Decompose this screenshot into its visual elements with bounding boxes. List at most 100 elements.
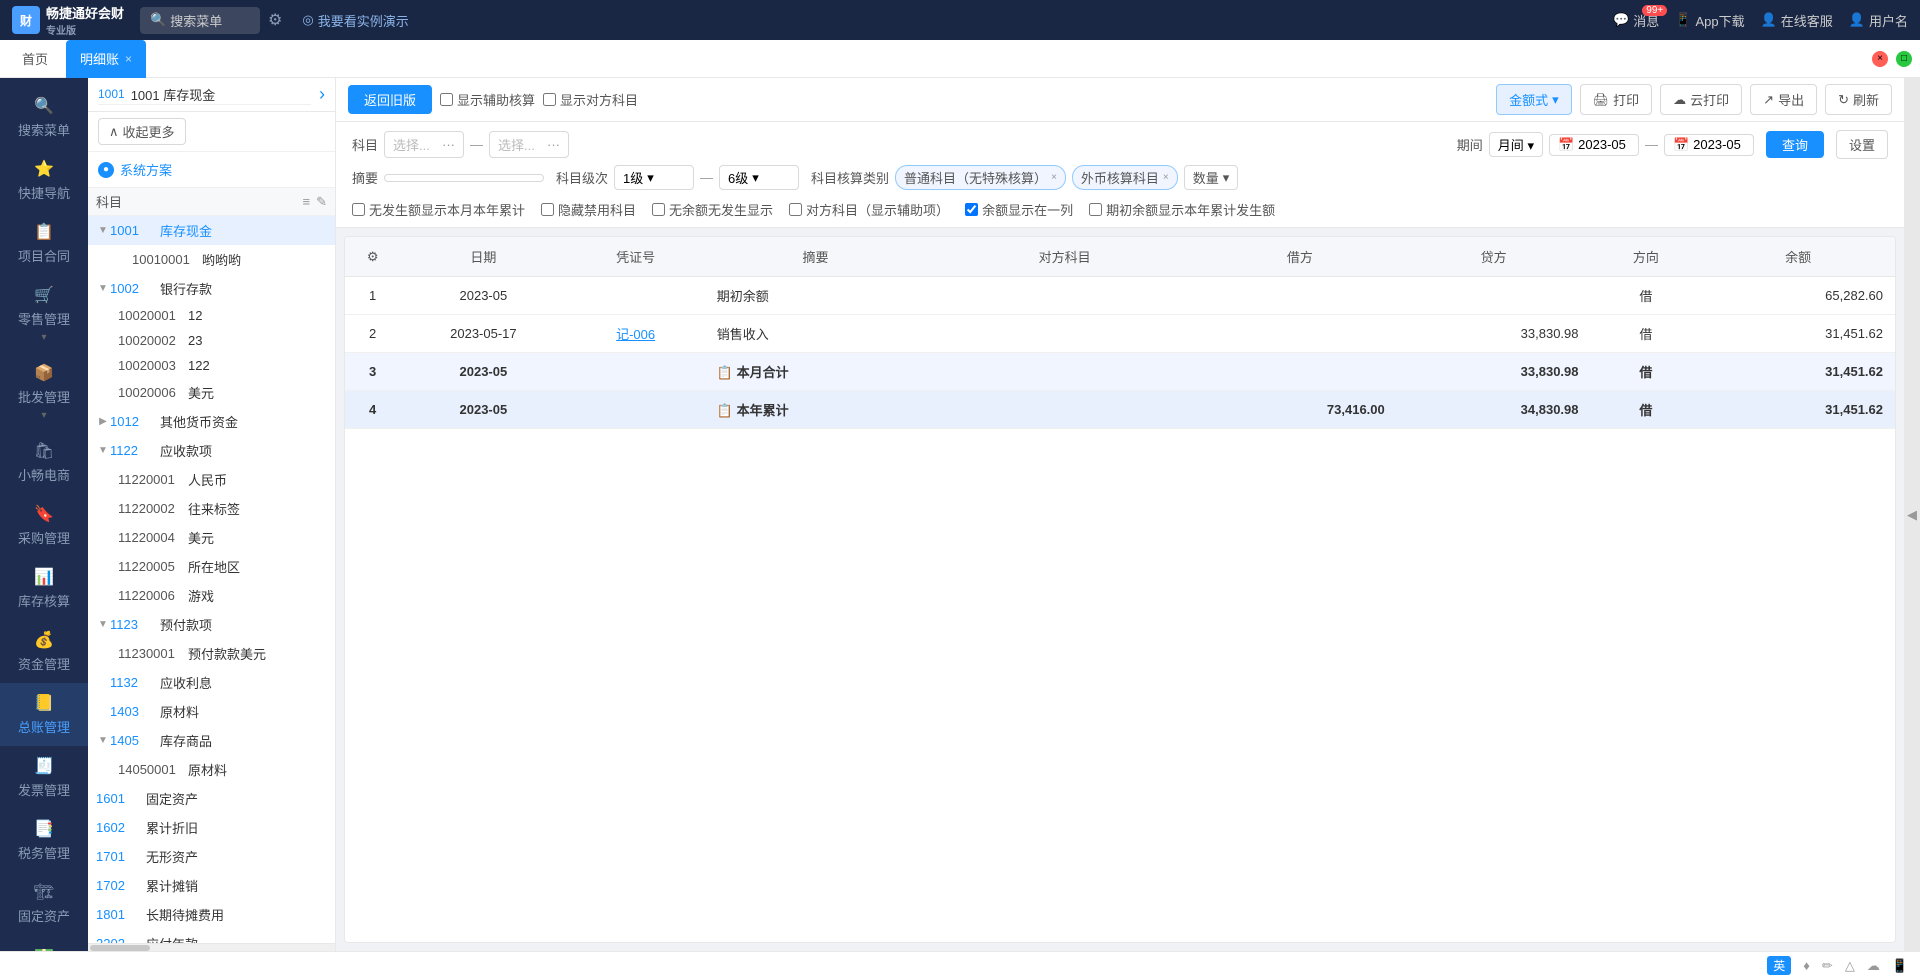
tree-item-10020001[interactable]: 10020001 12 (88, 303, 335, 328)
tree-item-10020003[interactable]: 10020003 122 (88, 353, 335, 378)
tree-item-11220005[interactable]: 11220005 所在地区 (88, 552, 335, 581)
status-item-5[interactable]: 📱 (1892, 958, 1908, 974)
tree-scrollbar-h[interactable] (88, 943, 335, 951)
tree-item-10010001[interactable]: 10010001 哟哟哟 (88, 245, 335, 274)
tree-item-11220004[interactable]: 11220004 美元 (88, 523, 335, 552)
scrollbar-thumb[interactable] (90, 945, 150, 951)
status-item-1[interactable]: ♦ (1803, 958, 1810, 973)
sidebar-item-wholesale[interactable]: 📦 批发管理 ▾ (0, 353, 88, 431)
filter-account-from[interactable]: 选择... ··· (384, 131, 464, 158)
user-menu[interactable]: 👤 用户名 (1849, 11, 1908, 30)
show-aux-checkbox[interactable]: 显示辅助核算 (440, 90, 535, 109)
checkbox-no-occurrence[interactable]: 无发生额显示本月本年累计 (352, 200, 525, 219)
amount-dropdown-btn[interactable]: 金额式 ▾ (1496, 84, 1572, 115)
filter-level-from[interactable]: 1级 ▾ (614, 165, 694, 190)
account-tree-scroll[interactable]: ▼ 1001 库存现金 10010001 哟哟哟 ▼ 1002 银行存款 100… (88, 216, 335, 943)
scheme-btn[interactable]: 系统方案 (120, 160, 172, 179)
tree-item-11220001[interactable]: 11220001 人民币 (88, 465, 335, 494)
tree-item-10020002[interactable]: 10020002 23 (88, 328, 335, 353)
tree-item-11230001[interactable]: 11230001 预付款款美元 (88, 639, 335, 668)
checkbox-no-balance[interactable]: 无余额无发生显示 (652, 200, 773, 219)
filter-checkbox-row: 无发生额显示本月本年累计 隐藏禁用科目 无余额无发生显示 对方科目（显示辅助项）… (352, 196, 1888, 223)
setting-btn[interactable]: 设置 (1836, 130, 1888, 159)
tree-item-1801[interactable]: 1801 长期待摊费用 (88, 900, 335, 929)
filter-category-group: 科目核算类别 普通科目（无特殊核算） × 外币核算科目 × 数量 ▾ (811, 165, 1238, 190)
checkbox-balance-one-col[interactable]: 余额显示在一列 (965, 200, 1073, 219)
tree-item-1601[interactable]: 1601 固定资产 (88, 784, 335, 813)
filter-level-to[interactable]: 6级 ▾ (719, 165, 799, 190)
tree-item-2202[interactable]: 2202 应付年款 (88, 929, 335, 943)
sidebar-item-purchase[interactable]: 🔖 采购管理 (0, 494, 88, 557)
refresh-btn[interactable]: ↻ 刷新 (1825, 84, 1892, 115)
tree-item-1701[interactable]: 1701 无形资产 (88, 842, 335, 871)
tree-list-icon[interactable]: ≡ (303, 194, 311, 209)
app-download-btn[interactable]: 📱 App下载 (1675, 11, 1744, 30)
search-menu[interactable]: 🔍 搜索菜单 (140, 7, 260, 34)
query-btn[interactable]: 查询 (1766, 131, 1824, 158)
tree-item-1002[interactable]: ▼ 1002 银行存款 (88, 274, 335, 303)
win-max-btn[interactable]: □ (1896, 51, 1912, 67)
print-btn[interactable]: 🖨 打印 (1580, 84, 1653, 115)
td-direction: 借 (1591, 353, 1702, 391)
status-item-2[interactable]: ✏ (1822, 958, 1833, 974)
sidebar-item-asset[interactable]: 🏗 固定资产 (0, 872, 88, 935)
tree-item-1602[interactable]: 1602 累计折旧 (88, 813, 335, 842)
tab-close-btn[interactable]: × (125, 52, 132, 66)
tree-item-11220002[interactable]: 11220002 往来标签 (88, 494, 335, 523)
sidebar-item-search[interactable]: 🔍 搜索菜单 (0, 86, 88, 149)
sidebar-item-retail[interactable]: 🛒 零售管理 ▾ (0, 275, 88, 353)
tree-item-11220006[interactable]: 11220006 游戏 (88, 581, 335, 610)
sidebar-item-salary[interactable]: 💵 工资 (0, 935, 88, 951)
online-service-btn[interactable]: 👤 在线客服 (1761, 11, 1833, 30)
tab-detail[interactable]: 明细账 × (66, 40, 146, 78)
account-nav-arrow[interactable]: › (319, 84, 325, 105)
filter-period-from[interactable]: 📅 2023-05 (1549, 134, 1639, 156)
sidebar-item-ledger[interactable]: 📒 总账管理 (0, 683, 88, 746)
tree-item-14050001[interactable]: 14050001 原材料 (88, 755, 335, 784)
export-btn[interactable]: ↗ 导出 (1750, 84, 1817, 115)
sidebar-item-project[interactable]: 📋 项目合同 (0, 212, 88, 275)
filter-summary-input[interactable] (384, 174, 544, 182)
tree-item-1405[interactable]: ▼ 1405 库存商品 (88, 726, 335, 755)
filter-tag-normal-close[interactable]: × (1051, 172, 1057, 183)
tab-home[interactable]: 首页 (8, 40, 62, 78)
checkbox-year-cumulative[interactable]: 期初余额显示本年累计发生额 (1089, 200, 1275, 219)
filter-period-to[interactable]: 📅 2023-05 (1664, 134, 1754, 156)
tree-item-1123[interactable]: ▼ 1123 预付款项 (88, 610, 335, 639)
sidebar-item-tax[interactable]: 📑 税务管理 (0, 809, 88, 872)
tree-item-1132[interactable]: 1132 应收利息 (88, 668, 335, 697)
right-collapse-btn[interactable]: ◀ (1904, 78, 1920, 951)
th-settings[interactable]: ⚙ (345, 237, 400, 277)
sidebar-item-shop[interactable]: 🛍 小畅电商 (0, 431, 88, 494)
tree-item-1122[interactable]: ▼ 1122 应收款项 (88, 436, 335, 465)
filter-account-to[interactable]: 选择... ··· (489, 131, 569, 158)
tree-edit-icon[interactable]: ✎ (316, 194, 327, 210)
tree-item-10020006[interactable]: 10020006 美元 (88, 378, 335, 407)
sidebar-item-invoice[interactable]: 🧾 发票管理 (0, 746, 88, 809)
filter-period-type[interactable]: 月间 ▾ (1489, 132, 1543, 157)
show-opposite-checkbox[interactable]: 显示对方科目 (543, 90, 638, 109)
status-item-4[interactable]: ☁ (1867, 958, 1880, 974)
status-item-3[interactable]: △ (1845, 958, 1855, 974)
sidebar-item-inventory[interactable]: 📊 库存核算 (0, 557, 88, 620)
tree-item-1702[interactable]: 1702 累计摊销 (88, 871, 335, 900)
checkbox-hide-disabled[interactable]: 隐藏禁用科目 (541, 200, 636, 219)
tree-item-1012[interactable]: ▶ 1012 其他货币资金 (88, 407, 335, 436)
cloud-print-btn[interactable]: ☁ 云打印 (1660, 84, 1742, 115)
sidebar-item-quicknav[interactable]: ⭐ 快捷导航 (0, 149, 88, 212)
filter-tag-foreign-close[interactable]: × (1163, 172, 1169, 183)
win-close-btn[interactable]: × (1872, 51, 1888, 67)
expand-more-btn[interactable]: ∧ 收起更多 (98, 118, 186, 145)
back-old-btn[interactable]: 返回旧版 (348, 85, 432, 114)
tree-item-1001[interactable]: ▼ 1001 库存现金 (88, 216, 335, 245)
sidebar-item-fund[interactable]: 💰 资金管理 (0, 620, 88, 683)
td-balance: 31,451.62 (1701, 315, 1895, 353)
message-btn[interactable]: 💬 消息 99+ (1613, 11, 1659, 30)
tree-item-1403[interactable]: 1403 原材料 (88, 697, 335, 726)
settings-icon-top[interactable]: ⚙ (260, 10, 290, 30)
filter-tag-quantity[interactable]: 数量 ▾ (1184, 165, 1239, 190)
status-lang[interactable]: 英 (1767, 956, 1791, 975)
checkbox-opposite-account[interactable]: 对方科目（显示辅助项） (789, 200, 949, 219)
demo-link[interactable]: ◎ 我要看实例演示 (302, 11, 408, 30)
voucher-link[interactable]: 记-006 (616, 327, 655, 342)
